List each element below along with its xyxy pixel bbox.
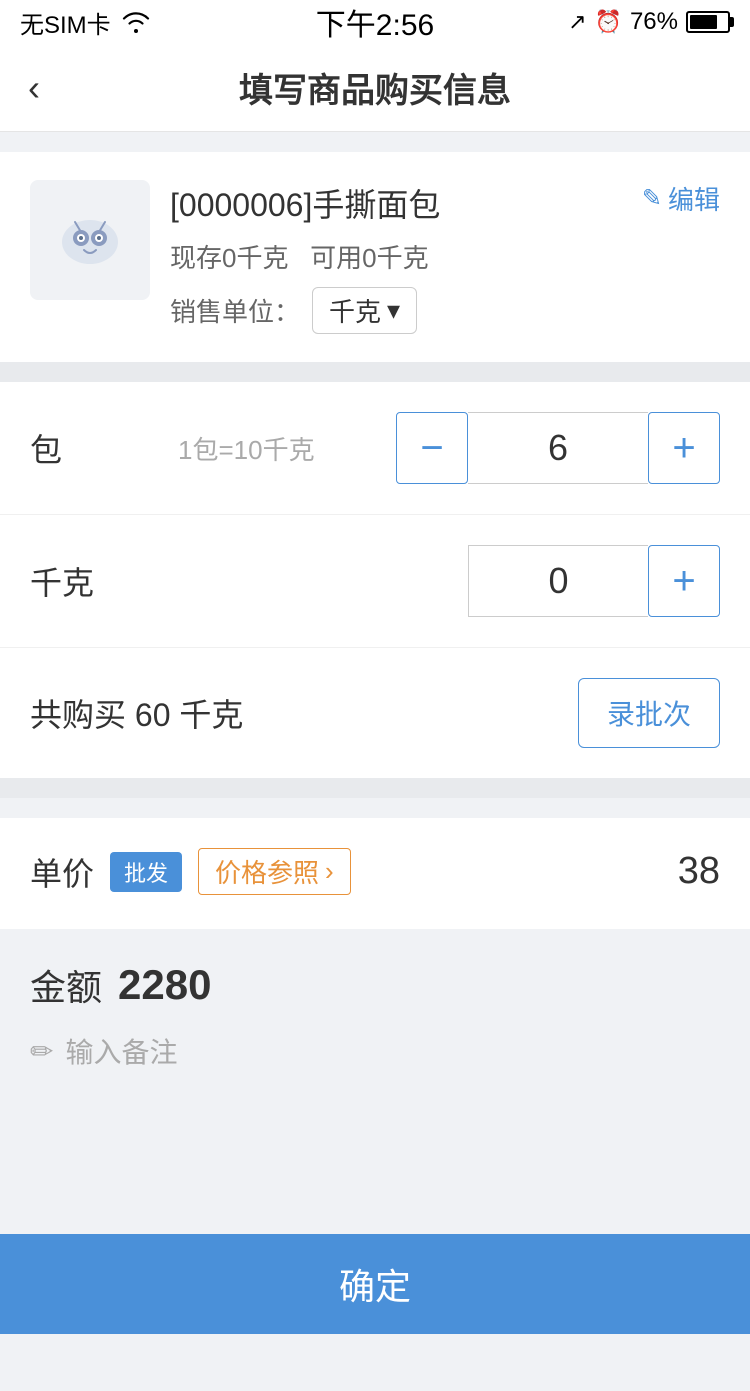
summary-row: 共购买 60 千克 录批次 bbox=[0, 648, 750, 778]
product-stock: 现存0千克 可用0千克 bbox=[170, 238, 720, 275]
price-reference-button[interactable]: 价格参照 › bbox=[198, 848, 351, 895]
package-input-row: 包 1包=10千克 − + bbox=[0, 382, 750, 515]
price-label: 单价 bbox=[30, 849, 94, 895]
status-bar: 无SIM卡 下午2:56 ↗ ⏰ 76% bbox=[0, 0, 750, 44]
package-quantity-input[interactable] bbox=[468, 412, 648, 484]
price-type-tag: 批发 bbox=[110, 852, 182, 892]
confirm-button[interactable]: 确定 bbox=[0, 1234, 750, 1334]
status-time: 下午2:56 bbox=[316, 0, 434, 44]
price-value: 38 bbox=[678, 850, 720, 893]
amount-row: 金额 2280 bbox=[30, 959, 720, 1011]
battery-icon bbox=[686, 11, 730, 33]
product-name: [0000006]手撕面包 bbox=[170, 180, 720, 226]
kg-quantity-control: + bbox=[468, 545, 720, 617]
summary-text: 共购买 60 千克 bbox=[30, 690, 243, 736]
product-unit-row: 销售单位： 千克 ▾ bbox=[170, 287, 720, 334]
package-hint: 1包=10千克 bbox=[178, 430, 315, 467]
page-title: 填写商品购买信息 bbox=[239, 63, 511, 112]
package-label: 包 bbox=[30, 425, 170, 471]
input-section: 包 1包=10千克 − + 千克 + bbox=[0, 382, 750, 648]
pencil-icon: ✏ bbox=[30, 1035, 53, 1068]
kg-input-row: 千克 + bbox=[0, 515, 750, 648]
location-icon: ↗ bbox=[568, 9, 586, 35]
amount-value: 2280 bbox=[118, 961, 211, 1009]
carrier-label: 无SIM卡 bbox=[20, 5, 111, 40]
nav-bar: ‹ 填写商品购买信息 bbox=[0, 44, 750, 132]
edit-icon: ✎ bbox=[642, 184, 662, 213]
price-ref-label: 价格参照 bbox=[215, 853, 319, 890]
note-row[interactable]: ✏ 输入备注 bbox=[30, 1031, 720, 1071]
package-minus-button[interactable]: − bbox=[396, 412, 468, 484]
alarm-icon: ⏰ bbox=[595, 9, 622, 35]
price-row: 单价 批发 价格参照 › 38 bbox=[30, 848, 720, 895]
battery-label: 76% bbox=[630, 8, 678, 36]
kg-plus-button[interactable]: + bbox=[648, 545, 720, 617]
package-plus-button[interactable]: + bbox=[648, 412, 720, 484]
product-info: [0000006]手撕面包 现存0千克 可用0千克 销售单位： 千克 ▾ bbox=[170, 180, 720, 334]
owl-logo bbox=[55, 210, 125, 270]
price-ref-icon: › bbox=[325, 856, 334, 887]
divider-2 bbox=[0, 778, 750, 798]
edit-label: 编辑 bbox=[668, 180, 720, 217]
status-right: ↗ ⏰ 76% bbox=[568, 8, 730, 36]
package-quantity-control: − + bbox=[396, 412, 720, 484]
record-batch-button[interactable]: 录批次 bbox=[578, 678, 720, 748]
product-card: [0000006]手撕面包 现存0千克 可用0千克 销售单位： 千克 ▾ ✎ 编… bbox=[0, 152, 750, 362]
amount-label: 金额 bbox=[30, 959, 102, 1011]
price-section: 单价 批发 价格参照 › 38 bbox=[0, 818, 750, 929]
unit-select[interactable]: 千克 ▾ bbox=[312, 287, 417, 334]
amount-section: 金额 2280 ✏ 输入备注 bbox=[0, 929, 750, 1091]
edit-button[interactable]: ✎ 编辑 bbox=[642, 180, 720, 217]
kg-quantity-input[interactable] bbox=[468, 545, 648, 617]
kg-label: 千克 bbox=[30, 558, 170, 604]
status-left: 无SIM卡 bbox=[20, 5, 151, 40]
product-image bbox=[30, 180, 150, 300]
wifi-icon bbox=[121, 11, 151, 33]
divider-1 bbox=[0, 362, 750, 382]
note-placeholder: 输入备注 bbox=[65, 1031, 177, 1071]
back-button[interactable]: ‹ bbox=[28, 67, 40, 109]
